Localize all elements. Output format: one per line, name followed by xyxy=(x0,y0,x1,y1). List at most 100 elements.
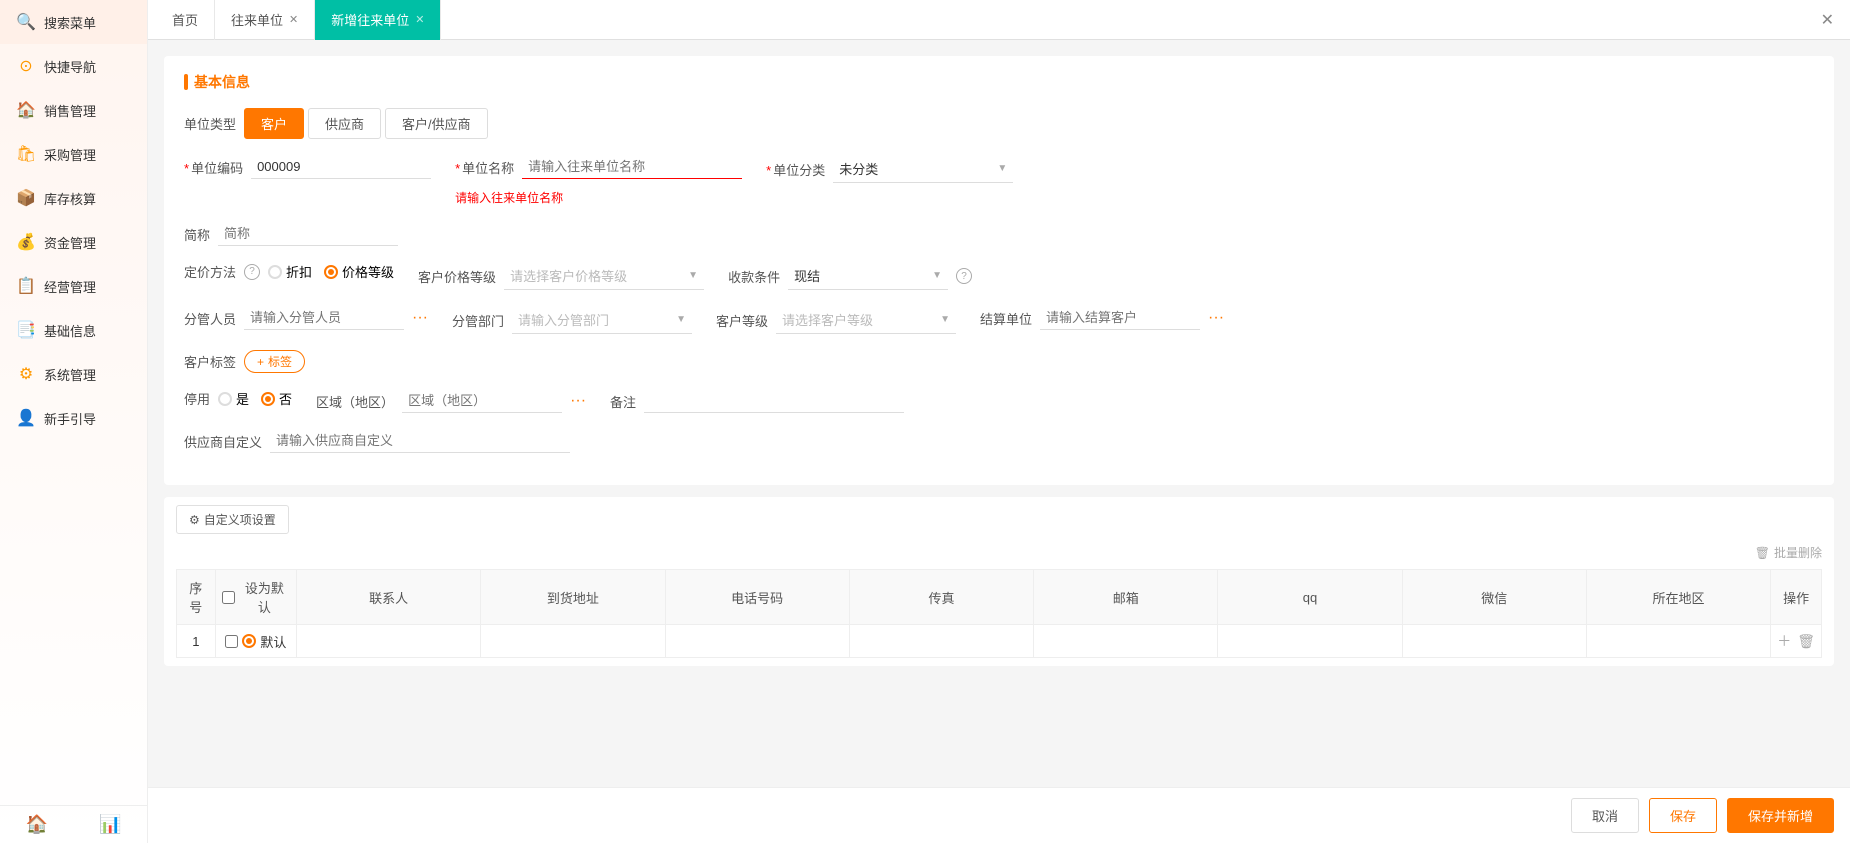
type-btn-supplier[interactable]: 供应商 xyxy=(308,108,381,139)
unit-category-select[interactable]: 未分类 ▼ xyxy=(833,155,1013,183)
add-row-btn[interactable]: ＋ xyxy=(1777,631,1791,651)
settlement-more-btn[interactable]: ··· xyxy=(1208,309,1224,327)
col-address: 到货地址 xyxy=(481,570,665,625)
unit-name-input[interactable] xyxy=(522,155,742,179)
wechat-input[interactable] xyxy=(1409,634,1580,649)
tabs-bar-close-button[interactable]: ✕ xyxy=(1813,10,1842,30)
tab-contacts-close[interactable]: ✕ xyxy=(289,13,298,26)
unit-category-field: *单位分类 未分类 ▼ xyxy=(766,155,1013,183)
sidebar-item-operations[interactable]: 📋 经营管理 xyxy=(0,264,147,308)
batch-delete-btn[interactable]: 🗑 批量删除 xyxy=(1755,544,1822,561)
tab-new-contact-close[interactable]: ✕ xyxy=(415,13,424,26)
customer-price-select[interactable]: 请选择客户价格等级 ▼ xyxy=(504,262,704,290)
manager-more-btn[interactable]: ··· xyxy=(412,309,428,327)
select-all-checkbox[interactable] xyxy=(222,591,235,604)
disable-yes-option[interactable]: 是 xyxy=(218,389,249,408)
region-label: 区域（地区） xyxy=(316,392,394,411)
sidebar-item-purchase[interactable]: 🛍 采购管理 xyxy=(0,132,147,176)
disable-field: 停用 是 否 xyxy=(184,389,292,408)
search-icon: 🔍 xyxy=(16,12,36,32)
unit-name-error: 请输入往来单位名称 xyxy=(455,189,563,206)
sidebar-item-newbie[interactable]: 👤 新手引导 xyxy=(0,396,147,440)
pricing-discount-radio[interactable] xyxy=(268,265,282,279)
pricing-radio-group: 折扣 价格等级 xyxy=(268,262,394,281)
fax-input[interactable] xyxy=(856,634,1027,649)
finance-icon: 💰 xyxy=(16,232,36,252)
gear-icon: ⚙ xyxy=(189,513,200,527)
supplier-custom-input[interactable] xyxy=(270,429,570,453)
region-input[interactable] xyxy=(402,389,562,413)
region-cell-input[interactable] xyxy=(1593,634,1764,649)
pricing-help-icon[interactable]: ? xyxy=(244,264,260,280)
email-input[interactable] xyxy=(1040,634,1211,649)
sidebar-item-system[interactable]: ⚙ 系统管理 xyxy=(0,352,147,396)
region-field: 区域（地区） ··· xyxy=(316,389,586,413)
sidebar-item-inventory[interactable]: 📦 库存核算 xyxy=(0,176,147,220)
operations-icon: 📋 xyxy=(16,276,36,296)
region-more-btn[interactable]: ··· xyxy=(570,392,586,410)
col-region: 所在地区 xyxy=(1586,570,1770,625)
disable-no-option[interactable]: 否 xyxy=(261,389,292,408)
sidebar: 🔍 搜索菜单 ⊙ 快捷导航 🏠 销售管理 🛍 采购管理 📦 库存核算 💰 资金管… xyxy=(0,0,148,843)
cell-address xyxy=(481,625,665,658)
type-btn-group: 客户 供应商 客户/供应商 xyxy=(244,108,488,139)
unit-name-field: *单位名称 请输入往来单位名称 xyxy=(455,155,742,206)
sidebar-item-quick-nav[interactable]: ⊙ 快捷导航 xyxy=(0,44,147,88)
delete-row-btn[interactable]: 🗑 xyxy=(1797,633,1815,650)
type-btn-customer[interactable]: 客户 xyxy=(244,108,304,139)
tag-add-btn[interactable]: + 标签 xyxy=(244,350,305,373)
sidebar-item-search[interactable]: 🔍 搜索菜单 xyxy=(0,0,147,44)
tag-field: 客户标签 + 标签 xyxy=(184,350,305,373)
tag-label: 客户标签 xyxy=(184,352,236,371)
remark-input[interactable] xyxy=(644,389,904,413)
col-seq: 序号 xyxy=(177,570,216,625)
manager-input[interactable] xyxy=(244,306,404,330)
row-default-radio-item[interactable]: 默认 xyxy=(242,632,286,651)
custom-setting-btn[interactable]: ⚙ 自定义项设置 xyxy=(176,505,289,534)
save-new-button[interactable]: 保存并新增 xyxy=(1727,798,1834,833)
dept-select[interactable]: 请输入分管部门 ▼ xyxy=(512,306,692,334)
unit-code-label: *单位编码 xyxy=(184,158,243,177)
cell-wechat xyxy=(1402,625,1586,658)
unit-category-label: *单位分类 xyxy=(766,160,825,179)
tab-home[interactable]: 首页 xyxy=(156,0,215,40)
contact-input[interactable] xyxy=(303,634,474,649)
batch-delete-icon: 🗑 xyxy=(1755,546,1770,560)
qq-input[interactable] xyxy=(1224,634,1395,649)
sales-icon: 🏠 xyxy=(16,100,36,120)
table-row: 1 默认 xyxy=(177,625,1822,658)
unit-code-input[interactable] xyxy=(251,155,431,179)
sidebar-stats-icon[interactable]: 📊 xyxy=(99,814,121,835)
pricing-price-level-option[interactable]: 价格等级 xyxy=(324,262,394,281)
sidebar-item-basics[interactable]: 📑 基础信息 xyxy=(0,308,147,352)
tab-new-contact[interactable]: 新增往来单位 ✕ xyxy=(315,0,441,40)
disable-yes-radio[interactable] xyxy=(218,392,232,406)
pricing-price-level-radio[interactable] xyxy=(324,265,338,279)
short-name-input[interactable] xyxy=(218,222,398,246)
sidebar-item-sales[interactable]: 🏠 销售管理 xyxy=(0,88,147,132)
cancel-button[interactable]: 取消 xyxy=(1571,798,1639,833)
row-default-radio[interactable] xyxy=(242,634,256,648)
payment-terms-select[interactable]: 现结 ▼ xyxy=(788,262,948,290)
tab-contacts[interactable]: 往来单位 ✕ xyxy=(215,0,315,40)
customer-price-label: 客户价格等级 xyxy=(418,267,496,286)
cell-phone xyxy=(665,625,849,658)
phone-input[interactable] xyxy=(672,634,843,649)
address-input[interactable] xyxy=(487,634,658,649)
sidebar-home-icon[interactable]: 🏠 xyxy=(26,814,48,835)
pricing-discount-option[interactable]: 折扣 xyxy=(268,262,312,281)
purchase-icon: 🛍 xyxy=(16,144,36,164)
disable-radio-group: 是 否 xyxy=(218,389,292,408)
section-title: 基本信息 xyxy=(184,72,1814,92)
type-btn-both[interactable]: 客户/供应商 xyxy=(385,108,488,139)
payment-terms-help-icon[interactable]: ? xyxy=(956,268,972,284)
sidebar-item-finance[interactable]: 💰 资金管理 xyxy=(0,220,147,264)
save-button[interactable]: 保存 xyxy=(1649,798,1717,833)
settlement-input[interactable] xyxy=(1040,306,1200,330)
row-checkbox[interactable] xyxy=(225,635,238,648)
disable-no-radio[interactable] xyxy=(261,392,275,406)
customer-level-select[interactable]: 请选择客户等级 ▼ xyxy=(776,306,956,334)
manager-row: 分管人员 ··· 分管部门 请输入分管部门 ▼ 客户等级 请选择客户等级 ▼ xyxy=(184,306,1814,334)
sidebar-bottom: 🏠 📊 xyxy=(0,805,147,843)
payment-terms-field: 收款条件 现结 ▼ ? xyxy=(728,262,972,290)
